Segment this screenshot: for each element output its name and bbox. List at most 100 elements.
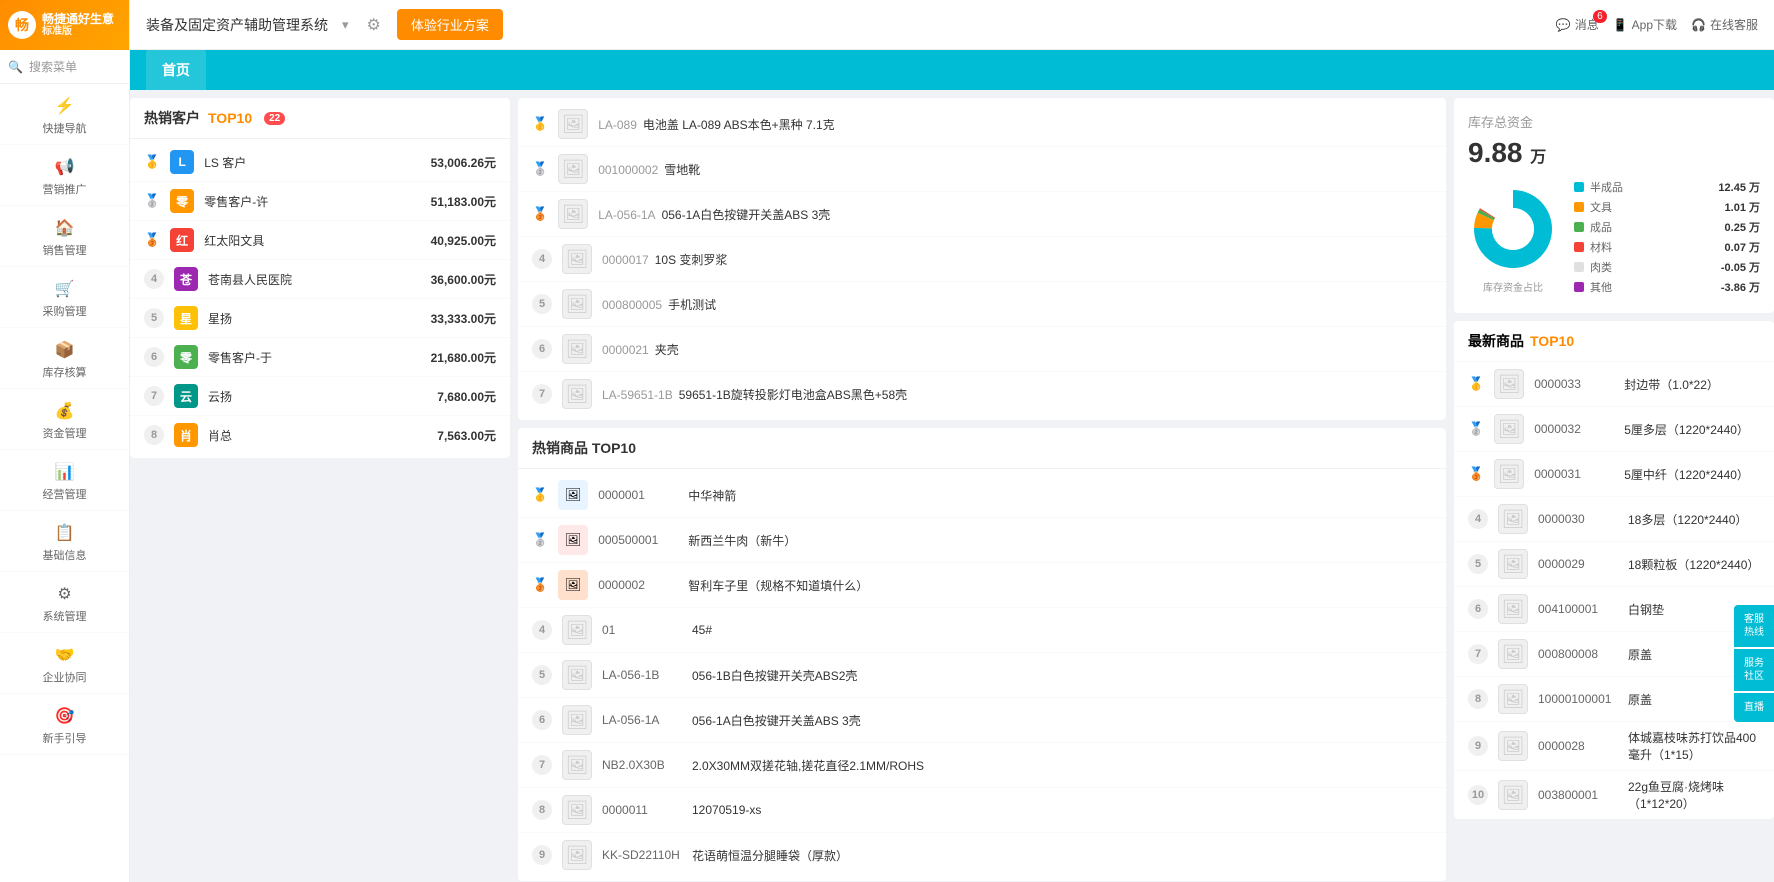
rank-num: 9 [532,845,552,865]
rank-num: 9 [1468,736,1488,756]
sidebar-item-sales[interactable]: 🏠销售管理 [0,206,129,267]
panel-left: 热销客户 TOP10 22 🥇 L LS 客户 53,006.26元 🥈 零 零… [130,90,510,882]
inventory-chart-label: 库存资金占比 [1468,279,1558,294]
customer-rank-item: 🥇 L LS 客户 53,006.26元 [130,143,510,182]
customer-avatar: 云 [174,384,198,408]
sidebar-item-finance[interactable]: 💰资金管理 [0,389,129,450]
hot-product-item: 4 🖼 01 45# [518,608,1446,653]
home-tab[interactable]: 首页 [146,50,206,90]
hot-product-right-card: 🥇 🖼 LA-089电池盖 LA-089 ABS本色+黑种 7.1克 🥈 🖼 0… [518,98,1446,420]
inventory-title: 库存总资金 [1468,112,1760,131]
sidebar-item-purchase[interactable]: 🛒采购管理 [0,267,129,328]
product-code: 000500001 [598,533,678,547]
hot-product-item: 🥉 🖼 0000002 智利车子里（规格不知道填什么） [518,563,1446,608]
hot-product-right-item: 🥇 🖼 LA-089电池盖 LA-089 ABS本色+黑种 7.1克 [518,102,1446,147]
sidebar: 畅 畅捷通好生意 标准版 🔍 搜索菜单 ⚡快捷导航📢营销推广🏠销售管理🛒采购管理… [0,0,130,882]
customer-amount: 7,680.00元 [437,388,496,405]
product-code: KK-SD22110H [602,848,682,862]
customer-name: 星扬 [208,310,421,327]
legend-dot [1574,262,1584,272]
product-name: 2.0X30MM双搓花轴,搓花直径2.1MM/ROHS [692,757,1432,774]
inventory-card: 库存总资金 9.88 万 [1454,98,1774,313]
customer-name: LS 客户 [204,154,420,171]
product-code: LA-056-1A [602,713,682,727]
product-code: 0000033 [1534,377,1614,391]
product-code: 0000011 [602,803,682,817]
newest-product-item: 🥈 🖼 0000032 5厘多层（1220*2440） [1454,406,1774,451]
product-img-placeholder: 🖼 [562,795,592,825]
customer-name: 苍南县人民医院 [208,271,421,288]
sidebar-item-inventory[interactable]: 📦库存核算 [0,328,129,389]
sidebar-item-basic-info[interactable]: 📋基础信息 [0,511,129,572]
customer-avatar: 红 [170,228,194,252]
inventory-amount: 9.88 万 [1468,137,1760,169]
inventory-icon: 📦 [55,340,75,360]
legend-dot [1574,182,1584,192]
legend-value: 1.01 万 [1725,199,1760,215]
customer-rank-item: 7 云 云扬 7,680.00元 [130,377,510,416]
medal-icon: 🥉 [1468,466,1484,482]
legend-dot [1574,202,1584,212]
rank-num: 8 [1468,689,1488,709]
legend-label: 成品 [1590,219,1719,235]
legend-label: 材料 [1590,239,1719,255]
product-img-placeholder: 🖼 [562,289,592,319]
customer-avatar: 星 [174,306,198,330]
legend-label: 文具 [1590,199,1719,215]
enterprise-label: 企业协同 [43,669,87,685]
product-code: 0000031 [1534,467,1614,481]
product-code: NB2.0X30B [602,758,682,772]
medal-icon: 🥉 [532,577,548,593]
basic-info-label: 基础信息 [43,547,87,563]
legend-value: 0.25 万 [1725,219,1760,235]
sidebar-item-operation[interactable]: 📊经营管理 [0,450,129,511]
product-code: 01 [602,623,682,637]
settings-icon[interactable]: ⚙ [367,15,381,35]
medal-icon: 🥈 [144,193,160,209]
legend-item: 肉类 -0.05 万 [1574,259,1760,275]
sidebar-item-system[interactable]: ⚙系统管理 [0,572,129,633]
hot-product-item: 7 🖼 NB2.0X30B 2.0X30MM双搓花轴,搓花直径2.1MM/ROH… [518,743,1446,788]
rank-num: 5 [532,665,552,685]
rank-num: 8 [532,800,552,820]
product-img-placeholder: 🖼 [1498,504,1528,534]
float-btn-0[interactable]: 客服 热线 [1734,605,1774,647]
legend-label: 肉类 [1590,259,1715,275]
customer-avatar: 苍 [174,267,198,291]
product-name: 花语萌恒温分腿睡袋（厚款） [692,847,1432,864]
customer-name: 云扬 [208,388,427,405]
rank-num: 4 [532,620,552,640]
rank-num: 5 [1468,554,1488,574]
product-code: 0000030 [1538,512,1618,526]
customer-amount: 21,680.00元 [431,349,496,366]
rank-num: 7 [532,384,552,404]
operation-label: 经营管理 [43,486,87,502]
dropdown-arrow-icon[interactable]: ▾ [342,17,349,33]
customer-badge: TOP10 [208,110,252,126]
sidebar-item-quick-nav[interactable]: ⚡快捷导航 [0,84,129,145]
float-btn-2[interactable]: 直播 [1734,693,1774,722]
online-service-action[interactable]: 🎧 在线客服 [1691,16,1758,33]
app-download-action[interactable]: 📱 App下载 [1613,16,1677,33]
newest-product-header: 最新商品 TOP10 [1454,321,1774,361]
rank-num: 6 [144,347,164,367]
sidebar-item-guide[interactable]: 🎯新手引导 [0,694,129,755]
product-code: 0000028 [1538,739,1618,753]
message-action[interactable]: 💬 消息 6 [1556,16,1599,33]
medal-icon: 🥈 [532,161,548,177]
sidebar-item-marketing[interactable]: 📢营销推广 [0,145,129,206]
product-code: 0000029 [1538,557,1618,571]
sidebar-item-enterprise[interactable]: 🤝企业协同 [0,633,129,694]
newest-product-card: 最新商品 TOP10 🥇 🖼 0000033 封边带（1.0*22） 🥈 🖼 0… [1454,321,1774,819]
logo-text: 畅捷通好生意 标准版 [42,12,114,38]
customer-name: 零售客户-许 [204,193,420,210]
system-title: 装备及固定资产辅助管理系统 [146,15,328,35]
search-menu[interactable]: 🔍 搜索菜单 [0,50,129,84]
customer-rank-item: 🥈 零 零售客户-许 51,183.00元 [130,182,510,221]
float-btn-1[interactable]: 服务 社区 [1734,649,1774,691]
newest-top10-badge: TOP10 [1530,333,1574,349]
product-info: 001000002雪地靴 [598,161,1432,178]
product-name: 新西兰牛肉（新牛） [688,532,1432,549]
product-info: 000800005手机测试 [602,296,1432,313]
try-btn[interactable]: 体验行业方案 [397,9,503,40]
